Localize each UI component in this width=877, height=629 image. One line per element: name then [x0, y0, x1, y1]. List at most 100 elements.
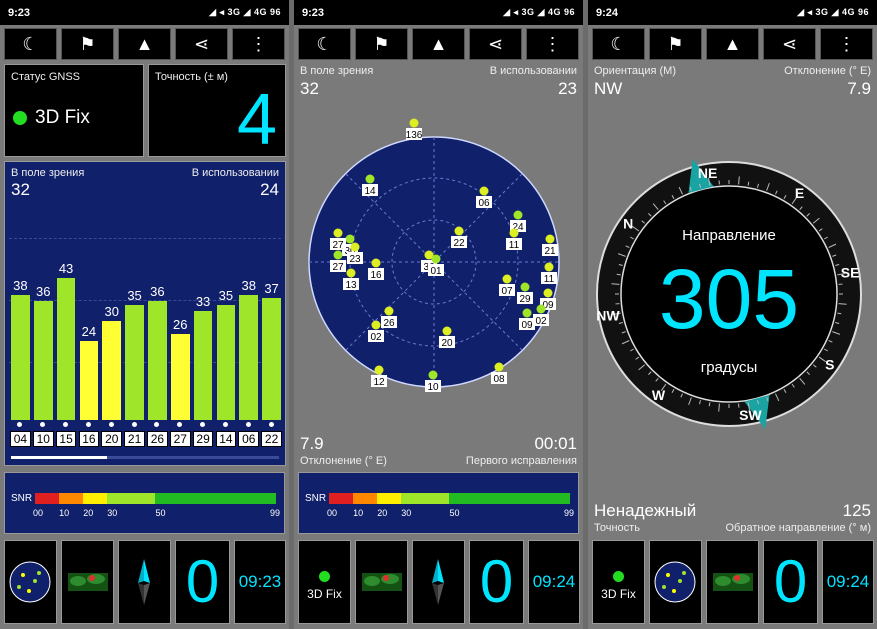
satellite-marker[interactable] — [544, 262, 554, 272]
panel-status: 9:23 ◢ ◂ 3G ◢ 4G 96 ☾ ⚑ ▲ ⋖ ⋮ Статус GNS… — [0, 0, 289, 629]
bottom-number: 0 — [773, 548, 808, 615]
satellite-marker[interactable] — [374, 365, 384, 375]
gnss-label: Статус GNSS — [11, 71, 81, 83]
satellite-id: 02 — [370, 332, 382, 343]
satellite-marker[interactable] — [494, 362, 504, 372]
clock-tile[interactable]: 09:23 — [234, 540, 286, 624]
sky-plot[interactable]: 1361406222411213027232716360113072909110… — [294, 112, 583, 412]
clock: 9:24 — [596, 6, 619, 19]
compass-dial[interactable]: N NE E SE S SW W NW Направление 305 градусы — [588, 146, 877, 446]
share-icon[interactable]: ⋖ — [469, 28, 522, 60]
compass-cardinal-label: N — [623, 215, 633, 231]
satellite-marker[interactable] — [522, 308, 532, 318]
satellite-marker[interactable] — [479, 186, 489, 196]
satellite-id: 08 — [493, 374, 505, 385]
satellite-id: 27 — [332, 240, 344, 251]
snr-value-label: 24 — [81, 323, 97, 339]
satellite-marker[interactable] — [428, 370, 438, 380]
navigate-icon[interactable]: ▲ — [706, 28, 759, 60]
satellite-marker[interactable] — [333, 228, 343, 238]
ttff-label: Первого исправления — [465, 455, 577, 467]
world-map-tile[interactable] — [61, 540, 114, 624]
clock-tile[interactable]: 09:24 — [822, 540, 874, 624]
compass-needle-tile[interactable] — [412, 540, 465, 624]
snr-scale — [329, 493, 570, 504]
more-menu-icon[interactable]: ⋮ — [820, 28, 873, 60]
snr-bar — [148, 301, 167, 420]
share-icon[interactable]: ⋖ — [175, 28, 228, 60]
signal-chart-card: В поле зрения В использовании 32 24 38 36… — [4, 161, 286, 466]
sat-id-label: 20 — [101, 431, 123, 447]
ttff-value: 00:01 — [534, 434, 577, 453]
fix-status-tile[interactable]: 3D Fix — [592, 540, 645, 624]
satellite-marker[interactable] — [365, 174, 375, 184]
status-icons: ◢ ◂ 3G ◢ 4G 96 — [209, 7, 281, 17]
navigate-icon[interactable]: ▲ — [412, 28, 465, 60]
satellite-marker[interactable] — [384, 306, 394, 316]
bottom-clock: 09:24 — [826, 572, 870, 591]
back-bearing-label: Обратное направление (° м) — [725, 522, 871, 534]
satellite-marker[interactable] — [350, 242, 360, 252]
share-icon[interactable]: ⋖ — [763, 28, 816, 60]
map-pin-icon[interactable]: ⚑ — [355, 28, 408, 60]
view-label: В поле зрения — [300, 65, 374, 77]
satellite-marker[interactable] — [371, 320, 381, 330]
map-pin-icon[interactable]: ⚑ — [61, 28, 114, 60]
satellite-id: 136 — [406, 130, 423, 141]
navigate-icon[interactable]: ▲ — [118, 28, 171, 60]
declination-value: 7.9 — [847, 79, 871, 98]
more-menu-icon[interactable]: ⋮ — [232, 28, 285, 60]
status-icons: ◢ ◂ 3G ◢ 4G 96 — [797, 7, 869, 17]
satellite-marker[interactable] — [454, 226, 464, 236]
sat-count-tile[interactable]: 0 — [175, 540, 230, 624]
sat-used-dot — [40, 422, 46, 427]
fix-status-tile[interactable]: 3D Fix — [298, 540, 351, 624]
satellite-marker[interactable] — [509, 228, 519, 238]
gnss-status-card: Статус GNSS 3D Fix — [4, 64, 144, 157]
sat-count-tile[interactable]: 0 — [469, 540, 524, 624]
night-mode-icon[interactable]: ☾ — [298, 28, 351, 60]
satellite-id: 29 — [519, 294, 531, 305]
sat-id-label: 21 — [124, 431, 145, 447]
satellite-marker[interactable] — [431, 254, 441, 264]
compass-cardinal-label: NW — [596, 307, 620, 323]
more-menu-icon[interactable]: ⋮ — [526, 28, 579, 60]
sat-count-tile[interactable]: 0 — [763, 540, 818, 624]
night-mode-icon[interactable]: ☾ — [592, 28, 645, 60]
status-bar: 9:23 ◢ ◂ 3G ◢ 4G 96 — [294, 0, 583, 25]
sat-id-label: 10 — [32, 431, 54, 447]
world-map-tile[interactable] — [706, 540, 759, 624]
satellite-marker[interactable] — [536, 304, 546, 314]
compass-needle-tile[interactable] — [118, 540, 171, 624]
satellite-marker[interactable] — [409, 118, 419, 128]
satellite-marker[interactable] — [502, 274, 512, 284]
map-pin-icon[interactable]: ⚑ — [649, 28, 702, 60]
orientation-value: NW — [594, 79, 623, 98]
snr-legend: SNR 00 10 20 30 50 99 — [298, 472, 579, 534]
satellite-marker[interactable] — [543, 288, 553, 298]
compass-tick — [738, 176, 740, 185]
snr-bar — [262, 297, 281, 420]
world-map-tile[interactable] — [355, 540, 408, 624]
satellite-marker[interactable] — [442, 326, 452, 336]
bottom-number: 0 — [185, 548, 220, 615]
satellite-marker[interactable] — [513, 210, 523, 220]
satellite-marker[interactable] — [520, 282, 530, 292]
satellite-id: 26 — [383, 318, 395, 329]
satellite-marker[interactable] — [345, 234, 355, 244]
satellite-marker[interactable] — [371, 258, 381, 268]
satellite-marker[interactable] — [545, 234, 555, 244]
satellite-marker[interactable] — [346, 268, 356, 278]
night-mode-icon[interactable]: ☾ — [4, 28, 57, 60]
mini-skyplot-tile[interactable] — [649, 540, 702, 624]
sat-id-label: 26 — [147, 431, 168, 447]
sat-used-dot — [154, 422, 160, 427]
mini-skyplot-tile[interactable] — [4, 540, 57, 624]
bottom-number: 0 — [479, 548, 514, 615]
use-label: В использовании — [489, 65, 577, 77]
clock-tile[interactable]: 09:24 — [528, 540, 580, 624]
use-label: В использовании — [191, 167, 279, 179]
satellite-marker[interactable] — [333, 250, 343, 260]
compass-cardinal-label: NE — [698, 165, 717, 181]
snr-value-label: 43 — [58, 261, 74, 277]
